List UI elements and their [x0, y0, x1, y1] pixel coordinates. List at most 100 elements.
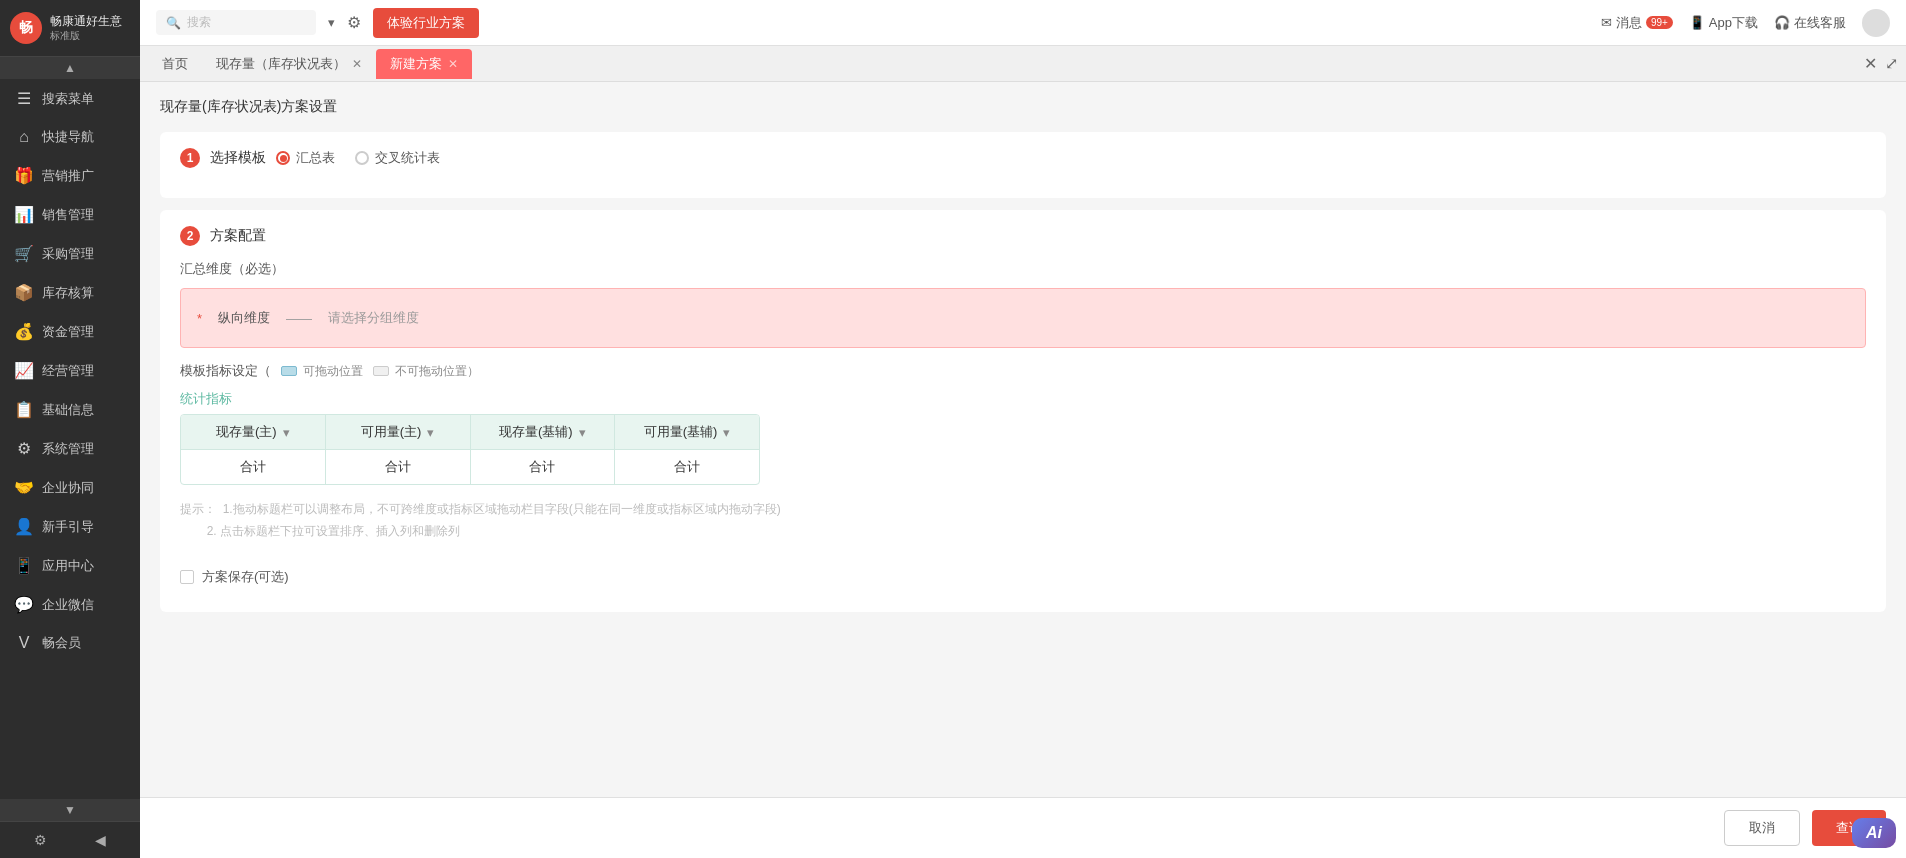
step2-badge: 2: [180, 226, 200, 246]
tab-new-plan-label: 新建方案: [390, 55, 442, 73]
message-icon: ✉: [1601, 15, 1612, 30]
sidebar-item-vip[interactable]: V 畅会员: [0, 624, 140, 662]
template-radio-group: 汇总表 交叉统计表: [276, 149, 440, 167]
save-checkbox[interactable]: [180, 570, 194, 584]
col-1-label: 可用量(主): [361, 423, 422, 441]
radio-summary-label: 汇总表: [296, 149, 335, 167]
indicators-section: 模板指标设定（ 可拖动位置 不可拖动位置） 统计指标: [180, 362, 1866, 542]
sidebar-item-label: 营销推广: [42, 167, 94, 185]
col-3-dropdown[interactable]: ▾: [723, 425, 730, 440]
gear-icon: ⚙: [14, 439, 34, 458]
sidebar-item-marketing[interactable]: 🎁 营销推广: [0, 156, 140, 195]
sidebar-scroll-up[interactable]: ▲: [0, 57, 140, 79]
stats-header-col-2[interactable]: 现存量(基辅) ▾: [471, 415, 616, 449]
chart-icon: 📊: [14, 205, 34, 224]
sidebar-item-newbie[interactable]: 👤 新手引导: [0, 507, 140, 546]
gift-icon: 🎁: [14, 166, 34, 185]
tab-inventory-close[interactable]: ✕: [352, 57, 362, 71]
tab-home[interactable]: 首页: [148, 49, 202, 79]
cart-icon: 🛒: [14, 244, 34, 263]
window-expand-button[interactable]: ⤢: [1885, 54, 1898, 73]
operations-icon: 📈: [14, 361, 34, 380]
sidebar-item-label: 畅会员: [42, 634, 81, 652]
topbar-left: 🔍 搜索 ▾ ⚙ 体验行业方案: [156, 8, 479, 38]
radio-cross[interactable]: 交叉统计表: [355, 149, 440, 167]
app-download-icon: 📱: [1689, 15, 1705, 30]
indicators-label-text: 模板指标设定（: [180, 362, 271, 380]
sidebar-item-label: 销售管理: [42, 206, 94, 224]
sidebar-item-label: 基础信息: [42, 401, 94, 419]
sidebar-item-label: 库存核算: [42, 284, 94, 302]
avatar[interactable]: [1862, 9, 1890, 37]
tab-new-plan[interactable]: 新建方案 ✕: [376, 49, 472, 79]
settings-footer-icon[interactable]: ⚙: [34, 832, 47, 848]
sidebar-item-purchase[interactable]: 🛒 采购管理: [0, 234, 140, 273]
col-2-dropdown[interactable]: ▾: [579, 425, 586, 440]
col-3-label: 可用量(基辅): [644, 423, 718, 441]
step1-title: 选择模板: [210, 149, 266, 167]
sidebar-item-sales[interactable]: 📊 销售管理: [0, 195, 140, 234]
tips-section: 提示： 1.拖动标题栏可以调整布局，不可跨维度或指标区域拖动栏目字段(只能在同一…: [180, 499, 1866, 542]
message-label: 消息: [1616, 14, 1642, 32]
stats-data-col-0: 合计: [181, 450, 326, 484]
sidebar-logo: 畅 畅康通好生意 标准版: [0, 0, 140, 57]
tip2: 2. 点击标题栏下拉可设置排序、插入列和删除列: [180, 521, 1866, 543]
window-close-button[interactable]: ✕: [1864, 54, 1877, 73]
tab-inventory[interactable]: 现存量（库存状况表） ✕: [202, 49, 376, 79]
sidebar-item-label: 快捷导航: [42, 128, 94, 146]
dimension-placeholder[interactable]: 请选择分组维度: [328, 309, 419, 327]
trial-button[interactable]: 体验行业方案: [373, 8, 479, 38]
step1-header: 1 选择模板 汇总表 交叉统计表: [180, 148, 1866, 168]
save-label: 方案保存(可选): [202, 568, 289, 586]
sidebar-item-app-center[interactable]: 📱 应用中心: [0, 546, 140, 585]
cancel-button[interactable]: 取消: [1724, 810, 1800, 846]
indicators-label: 模板指标设定（ 可拖动位置 不可拖动位置）: [180, 362, 1866, 380]
sidebar-item-cooperation[interactable]: 🤝 企业协同: [0, 468, 140, 507]
dimension-box[interactable]: * 纵向维度 —— 请选择分组维度: [180, 288, 1866, 348]
sidebar-item-finance[interactable]: 💰 资金管理: [0, 312, 140, 351]
sidebar-item-inventory[interactable]: 📦 库存核算: [0, 273, 140, 312]
non-draggable-legend-label: 不可拖动位置）: [395, 363, 479, 380]
topbar: 🔍 搜索 ▾ ⚙ 体验行业方案 ✉ 消息 99+ 📱 App下载 🎧 在线客服: [140, 0, 1906, 46]
message-item[interactable]: ✉ 消息 99+: [1601, 14, 1673, 32]
stats-section: 统计指标 现存量(主) ▾ 可用量(主) ▾: [180, 390, 1866, 485]
sidebar-item-system[interactable]: ⚙ 系统管理: [0, 429, 140, 468]
sidebar-footer: ⚙ ◀: [0, 821, 140, 858]
stats-header-row: 现存量(主) ▾ 可用量(主) ▾ 现存量(基辅) ▾: [181, 415, 759, 449]
sidebar-item-quick-nav[interactable]: ⌂ 快捷导航: [0, 118, 140, 156]
radio-summary-circle: [276, 151, 290, 165]
col-0-dropdown[interactable]: ▾: [283, 425, 290, 440]
stats-data-col-3: 合计: [615, 450, 759, 484]
sidebar-item-search-menu[interactable]: ☰ 搜索菜单: [0, 79, 140, 118]
logo-icon: 畅: [10, 12, 42, 44]
mobile-icon: 📱: [14, 556, 34, 575]
search-box[interactable]: 🔍 搜索: [156, 10, 316, 35]
vip-icon: V: [14, 634, 34, 652]
sidebar-item-basic-info[interactable]: 📋 基础信息: [0, 390, 140, 429]
app-edition: 标准版: [50, 29, 122, 43]
footer-save: 方案保存(可选): [180, 558, 1866, 596]
tab-new-plan-close[interactable]: ✕: [448, 57, 458, 71]
dropdown-button[interactable]: ▾: [328, 15, 335, 30]
topbar-gear-icon[interactable]: ⚙: [347, 13, 361, 32]
stats-header-col-3[interactable]: 可用量(基辅) ▾: [615, 415, 759, 449]
draggable-legend: 可拖动位置: [281, 363, 363, 380]
step1-card: 1 选择模板 汇总表 交叉统计表: [160, 132, 1886, 198]
step1-badge: 1: [180, 148, 200, 168]
customer-service-item[interactable]: 🎧 在线客服: [1774, 14, 1846, 32]
app-download-item[interactable]: 📱 App下载: [1689, 14, 1758, 32]
ai-badge[interactable]: Ai: [1852, 818, 1896, 848]
sidebar-item-operations[interactable]: 📈 经营管理: [0, 351, 140, 390]
sidebar-item-wechat[interactable]: 💬 企业微信: [0, 585, 140, 624]
col-1-dropdown[interactable]: ▾: [427, 425, 434, 440]
headset-icon: 🎧: [1774, 15, 1790, 30]
stats-header-col-0[interactable]: 现存量(主) ▾: [181, 415, 326, 449]
customer-service-label: 在线客服: [1794, 14, 1846, 32]
sidebar-scroll-down[interactable]: ▼: [0, 799, 140, 821]
sidebar-item-label: 新手引导: [42, 518, 94, 536]
sidebar-item-label: 系统管理: [42, 440, 94, 458]
handshake-icon: 🤝: [14, 478, 34, 497]
stats-header-col-1[interactable]: 可用量(主) ▾: [326, 415, 471, 449]
collapse-icon[interactable]: ◀: [95, 832, 106, 848]
radio-summary[interactable]: 汇总表: [276, 149, 335, 167]
